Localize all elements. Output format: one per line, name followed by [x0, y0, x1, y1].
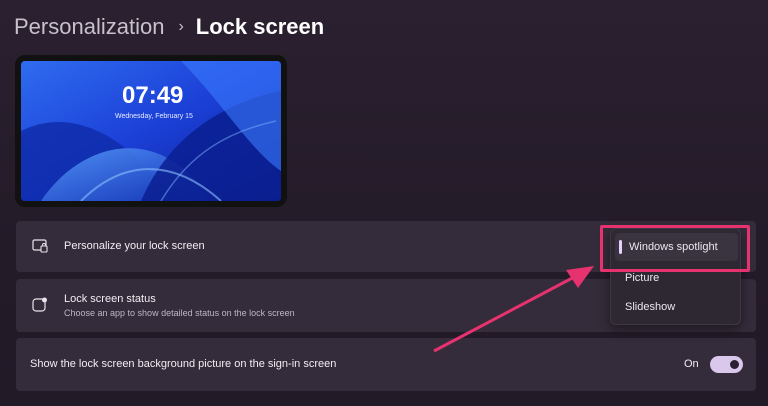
lock-screen-settings-page: Personalization › Lock screen 07:49 Wedn…: [0, 0, 768, 406]
annotation-arrow: [433, 266, 594, 353]
